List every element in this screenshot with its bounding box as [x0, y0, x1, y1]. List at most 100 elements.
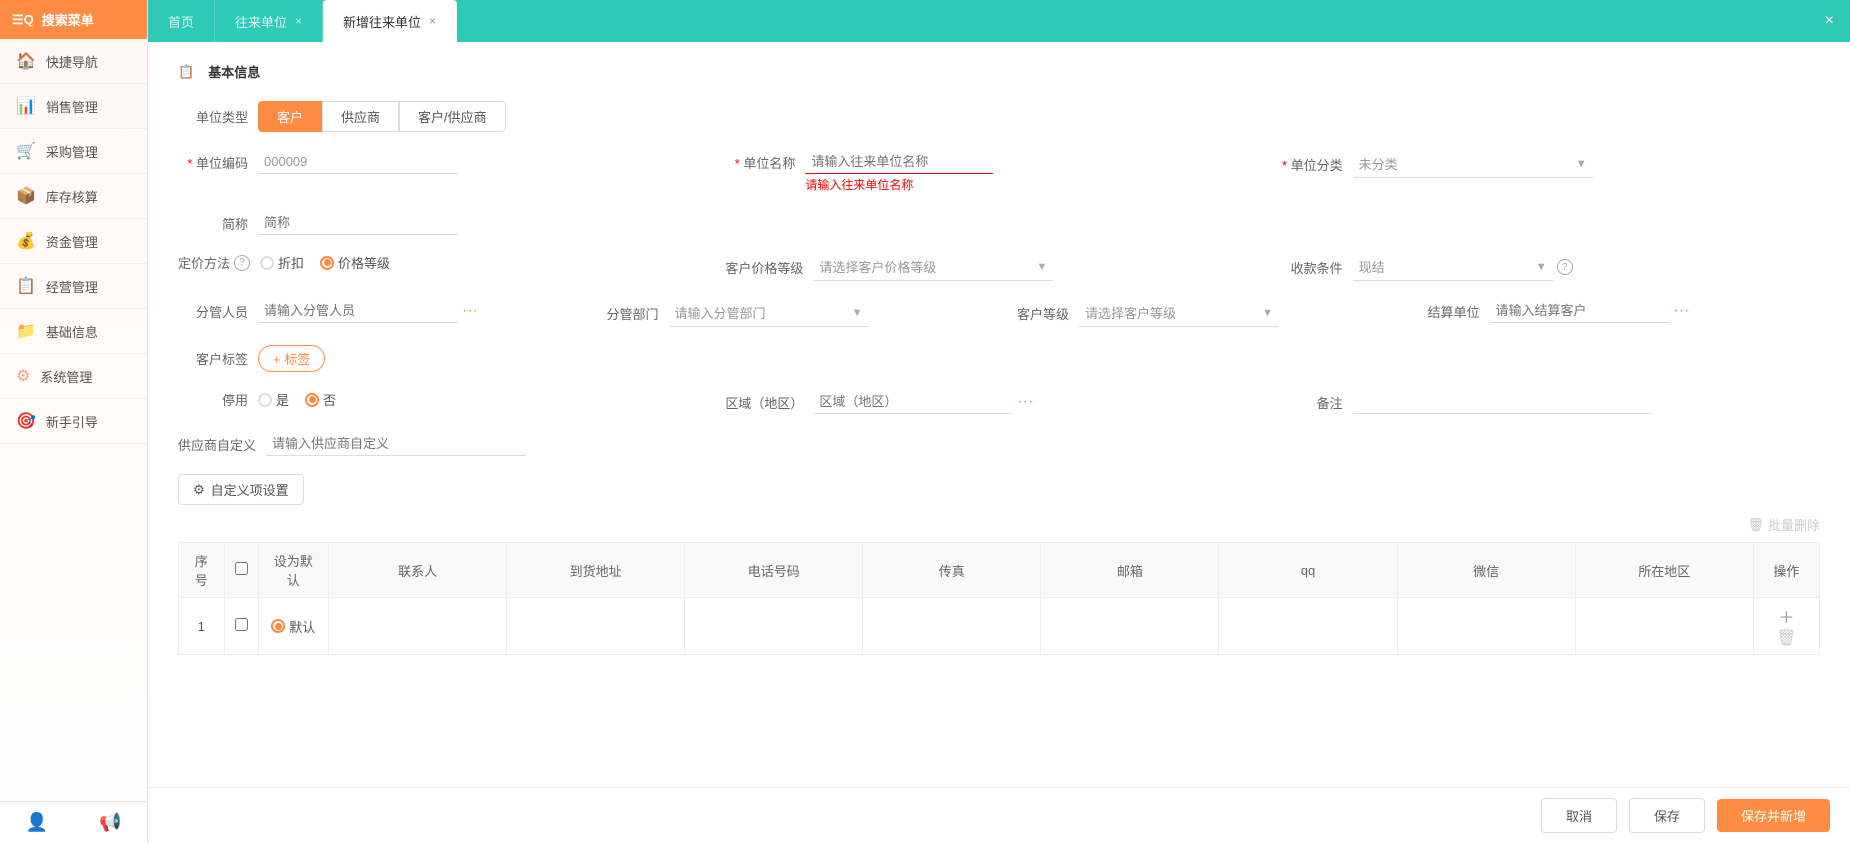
- customer-level-select[interactable]: 请选择客户等级 ▼: [1079, 299, 1279, 327]
- contact-input[interactable]: [339, 619, 496, 634]
- tab-home[interactable]: 首页: [148, 0, 215, 42]
- short-name-input[interactable]: [258, 211, 458, 235]
- pricing-label: 定价方法 ?: [178, 253, 260, 272]
- pricing-help-icon[interactable]: ?: [234, 255, 250, 271]
- settlement-ellipsis-btn[interactable]: ···: [1670, 302, 1694, 320]
- region-ellipsis-btn[interactable]: ···: [1013, 393, 1037, 411]
- pricing-row: 定价方法 ? 折扣 价格等级 客户价格等级 请选择客户价: [178, 253, 1820, 281]
- email-input[interactable]: [1051, 619, 1208, 634]
- sidebar-item-label: 资金管理: [46, 232, 98, 251]
- sidebar-user-btn[interactable]: 👤: [0, 802, 74, 843]
- remark-input[interactable]: [1353, 390, 1653, 414]
- manager-ellipsis-btn[interactable]: ···: [458, 302, 482, 320]
- guide-icon: 🎯: [16, 411, 36, 431]
- payment-value: 现结: [1359, 257, 1385, 276]
- phone-input[interactable]: [695, 619, 852, 634]
- home-icon: 🏠: [16, 51, 36, 71]
- pricing-discount-option[interactable]: 折扣: [260, 253, 304, 272]
- dept-select[interactable]: 请输入分管部门 ▼: [669, 299, 869, 327]
- cell-contact[interactable]: [329, 598, 507, 655]
- finance-icon: 💰: [16, 231, 36, 251]
- cell-region[interactable]: [1575, 598, 1753, 655]
- price-level-placeholder: 请选择客户价格等级: [819, 257, 936, 276]
- col-address: 到货地址: [507, 543, 685, 598]
- disabled-no-dot: [305, 393, 319, 407]
- sidebar-item-inventory[interactable]: 📦 库存核算: [0, 174, 147, 219]
- cancel-button[interactable]: 取消: [1541, 798, 1617, 833]
- category-select[interactable]: 未分类 ▼: [1353, 150, 1593, 178]
- code-input[interactable]: [258, 150, 458, 174]
- payment-select[interactable]: 现结 ▼: [1353, 253, 1553, 281]
- custom-settings-button[interactable]: ⚙ 自定义项设置: [178, 474, 304, 505]
- save-new-button[interactable]: 保存并新增: [1717, 799, 1830, 832]
- wechat-input[interactable]: [1408, 619, 1565, 634]
- discount-radio-dot: [260, 256, 274, 270]
- cell-fax[interactable]: [863, 598, 1041, 655]
- tab-new-contact-close[interactable]: ×: [429, 15, 436, 27]
- name-input[interactable]: [805, 150, 993, 174]
- row-checkbox[interactable]: [235, 618, 248, 631]
- sidebar-item-operations[interactable]: 📋 经营管理: [0, 264, 147, 309]
- cell-action: ＋ 🗑: [1753, 598, 1819, 655]
- payment-group: 收款条件 现结 ▼ ?: [1273, 253, 1820, 281]
- main-close-btn[interactable]: ×: [1809, 12, 1850, 30]
- save-button[interactable]: 保存: [1629, 798, 1705, 833]
- disabled-no-option[interactable]: 否: [305, 390, 336, 409]
- region-input[interactable]: [813, 390, 1013, 414]
- short-name-row: 简称: [178, 211, 1820, 235]
- disabled-no-label: 否: [323, 390, 336, 409]
- select-all-checkbox[interactable]: [235, 562, 248, 575]
- settlement-input[interactable]: [1490, 299, 1670, 323]
- tag-add-button[interactable]: + 标签: [258, 345, 325, 372]
- disabled-yes-dot: [258, 393, 272, 407]
- manager-input[interactable]: [258, 299, 458, 323]
- pricing-level-option[interactable]: 价格等级: [320, 253, 390, 272]
- tab-contacts[interactable]: 往来单位 ×: [215, 0, 323, 42]
- sidebar-item-purchase[interactable]: 🛒 采购管理: [0, 129, 147, 174]
- main-area: 首页 往来单位 × 新增往来单位 × × 📋 基本信息 单位类型 客户 供应商: [148, 0, 1850, 843]
- sidebar-item-sales[interactable]: 📊 销售管理: [0, 84, 147, 129]
- cell-qq[interactable]: [1219, 598, 1397, 655]
- remark-group: 备注: [1273, 390, 1820, 414]
- sidebar-item-basic-info[interactable]: 📁 基础信息: [0, 309, 147, 354]
- batch-delete-label: 批量删除: [1768, 515, 1820, 534]
- code-group: 单位编码: [178, 150, 725, 174]
- sidebar-item-quicknav[interactable]: 🏠 快捷导航: [0, 39, 147, 84]
- batch-delete-icon: 🗑: [1747, 517, 1764, 533]
- fax-input[interactable]: [873, 619, 1030, 634]
- col-email: 邮箱: [1041, 543, 1219, 598]
- disabled-yes-option[interactable]: 是: [258, 390, 289, 409]
- tab-new-contact[interactable]: 新增往来单位 ×: [323, 0, 457, 42]
- unit-type-supplier[interactable]: 供应商: [322, 101, 399, 132]
- supplier-custom-input[interactable]: [266, 432, 526, 456]
- row-add-btn[interactable]: ＋: [1778, 610, 1794, 627]
- unit-type-customer[interactable]: 客户: [258, 101, 322, 132]
- price-level-select[interactable]: 请选择客户价格等级 ▼: [813, 253, 1053, 281]
- sidebar-item-finance[interactable]: 💰 资金管理: [0, 219, 147, 264]
- cell-wechat[interactable]: [1397, 598, 1575, 655]
- default-radio-dot: [271, 619, 285, 633]
- col-checkbox: [224, 543, 258, 598]
- address-input[interactable]: [517, 619, 674, 634]
- sidebar: ☰Q 搜索菜单 🏠 快捷导航 📊 销售管理 🛒 采购管理 📦 库存核算 💰 资金…: [0, 0, 148, 843]
- short-name-group: 简称: [178, 211, 1820, 235]
- sidebar-notify-btn[interactable]: 📢: [74, 802, 148, 843]
- region-label: 区域（地区）: [725, 393, 813, 412]
- row-delete-btn[interactable]: 🗑: [1776, 630, 1796, 647]
- row-region-input[interactable]: [1586, 619, 1743, 634]
- cell-address[interactable]: [507, 598, 685, 655]
- tab-contacts-close[interactable]: ×: [295, 15, 302, 27]
- sidebar-item-system[interactable]: ⚙ 系统管理: [0, 354, 147, 399]
- cell-email[interactable]: [1041, 598, 1219, 655]
- sidebar-search[interactable]: ☰Q 搜索菜单: [0, 0, 147, 39]
- operations-icon: 📋: [16, 276, 36, 296]
- region-group: 区域（地区） ···: [725, 390, 1272, 414]
- default-radio[interactable]: 默认: [269, 617, 319, 636]
- cell-phone[interactable]: [685, 598, 863, 655]
- sidebar-item-guide[interactable]: 🎯 新手引导: [0, 399, 147, 444]
- sidebar-item-label: 库存核算: [46, 187, 98, 206]
- unit-type-both[interactable]: 客户/供应商: [399, 101, 506, 132]
- qq-input[interactable]: [1229, 619, 1386, 634]
- payment-help-icon[interactable]: ?: [1557, 259, 1573, 275]
- sidebar-bottom: 👤 📢: [0, 801, 147, 843]
